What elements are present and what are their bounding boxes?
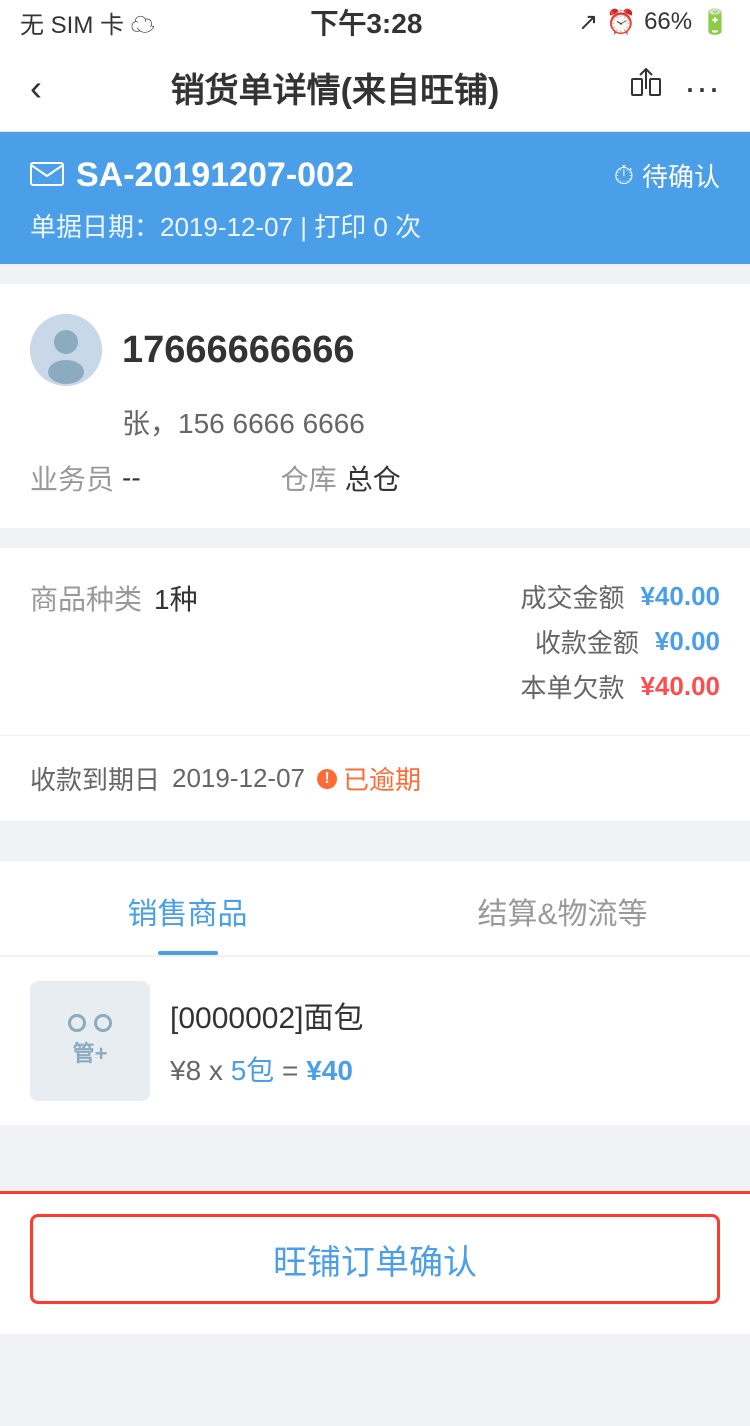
divider-1 xyxy=(0,528,750,548)
overdue-icon: ! xyxy=(317,769,337,789)
back-button[interactable]: ‹ xyxy=(30,67,42,109)
amount-label-2: 收款金额 xyxy=(535,623,639,660)
total-price: ¥40 xyxy=(306,1055,353,1086)
owl-eye-left xyxy=(68,1014,86,1032)
product-item: 管+ [0000002]面包 ¥8 x 5包 = ¥40 xyxy=(0,957,750,1126)
due-date-value: 2019-12-07 xyxy=(172,763,305,794)
tabs-container: 销售商品 结算&物流等 xyxy=(0,861,750,957)
product-code: [0000002] xyxy=(170,1002,303,1035)
battery-level: 66% xyxy=(644,8,692,36)
product-name: [0000002]面包 xyxy=(170,993,720,1037)
product-image: 管+ xyxy=(30,981,150,1101)
tab-settlement[interactable]: 结算&物流等 xyxy=(375,861,750,955)
customer-card: 17666666666 张，156 6666 6666 业务员 -- 仓库 总仓 xyxy=(0,284,750,528)
status-left: 无 SIM 卡 ☁ xyxy=(20,5,155,40)
summary-card: 商品种类 1种 成交金额 ¥40.00 收款金额 ¥0.00 本单欠款 ¥40.… xyxy=(0,548,750,735)
salesperson-label: 业务员 xyxy=(30,458,114,498)
customer-name: 张，156 6666 6666 xyxy=(30,402,720,442)
amount-row-3: 本单欠款 ¥40.00 xyxy=(385,668,720,705)
more-button[interactable]: ··· xyxy=(684,67,720,109)
page-title: 销货单详情(来自旺铺) xyxy=(171,63,500,112)
order-status: ⏱ 待确认 xyxy=(614,157,720,194)
status-bar: 无 SIM 卡 ☁ 下午3:28 ↗ ⏰ 66% 🔋 xyxy=(0,0,750,44)
amount-label-1: 成交金额 xyxy=(520,578,624,615)
order-id-container: SA-20191207-002 xyxy=(30,156,354,195)
summary-amounts: 成交金额 ¥40.00 收款金额 ¥0.00 本单欠款 ¥40.00 xyxy=(385,578,720,705)
tab-products[interactable]: 销售商品 xyxy=(0,861,375,955)
alarm-icon: ⏰ xyxy=(606,8,636,37)
order-status-text: 待确认 xyxy=(642,157,720,194)
salesperson-value: -- xyxy=(122,462,141,494)
warehouse-label: 仓库 xyxy=(281,458,337,498)
unit-price: ¥8 x xyxy=(170,1055,231,1086)
overdue-badge: ! 已逾期 xyxy=(317,760,421,797)
location-icon: ↗ xyxy=(578,8,598,37)
nav-actions: ··· xyxy=(628,65,720,110)
order-header: SA-20191207-002 ⏱ 待确认 单据日期：2019-12-07 | … xyxy=(0,132,750,264)
amount-row-1: 成交金额 ¥40.00 xyxy=(385,578,720,615)
customer-meta: 业务员 -- 仓库 总仓 xyxy=(30,458,720,498)
sim-status: 无 SIM 卡 ☁ xyxy=(20,5,155,40)
owl-eye-right xyxy=(94,1014,112,1032)
share-button[interactable] xyxy=(628,65,664,110)
product-list: 管+ [0000002]面包 ¥8 x 5包 = ¥40 xyxy=(0,957,750,1126)
product-info: [0000002]面包 ¥8 x 5包 = ¥40 xyxy=(170,993,720,1089)
amount-value-3: ¥40.00 xyxy=(640,671,720,702)
customer-phone: 17666666666 xyxy=(122,329,354,372)
confirm-order-button[interactable]: 旺铺订单确认 xyxy=(30,1214,720,1304)
brand-logo: 管+ xyxy=(68,1014,112,1068)
warehouse-value: 总仓 xyxy=(345,458,401,498)
product-type-value: 1种 xyxy=(154,578,198,618)
amount-row-2: 收款金额 ¥0.00 xyxy=(385,623,720,660)
battery-icon: 🔋 xyxy=(700,8,730,37)
overdue-text: 已逾期 xyxy=(343,760,421,797)
amount-value-2: ¥0.00 xyxy=(655,626,720,657)
product-price: ¥8 x 5包 = ¥40 xyxy=(170,1049,720,1089)
status-right: ↗ ⏰ 66% 🔋 xyxy=(578,8,730,37)
amount-label-3: 本单欠款 xyxy=(520,668,624,705)
nav-bar: ‹ 销货单详情(来自旺铺) ··· xyxy=(0,44,750,132)
equals: = xyxy=(274,1055,306,1086)
due-date-card: 收款到期日 2019-12-07 ! 已逾期 xyxy=(0,735,750,821)
quantity: 5包 xyxy=(231,1055,275,1086)
product-type-label: 商品种类 xyxy=(30,578,142,618)
divider-2 xyxy=(0,821,750,841)
order-id-text: SA-20191207-002 xyxy=(76,156,354,195)
confirm-btn-container: 旺铺订单确认 xyxy=(0,1191,750,1334)
amount-value-1: ¥40.00 xyxy=(640,581,720,612)
brand-text: 管+ xyxy=(73,1036,108,1068)
order-date: 单据日期：2019-12-07 | 打印 0 次 xyxy=(30,207,720,244)
due-date-label: 收款到期日 xyxy=(30,760,160,797)
product-title: 面包 xyxy=(303,1002,363,1035)
order-icon xyxy=(30,156,64,195)
avatar xyxy=(30,314,102,386)
status-clock-icon: ⏱ xyxy=(614,160,634,192)
status-time: 下午3:28 xyxy=(310,2,422,42)
